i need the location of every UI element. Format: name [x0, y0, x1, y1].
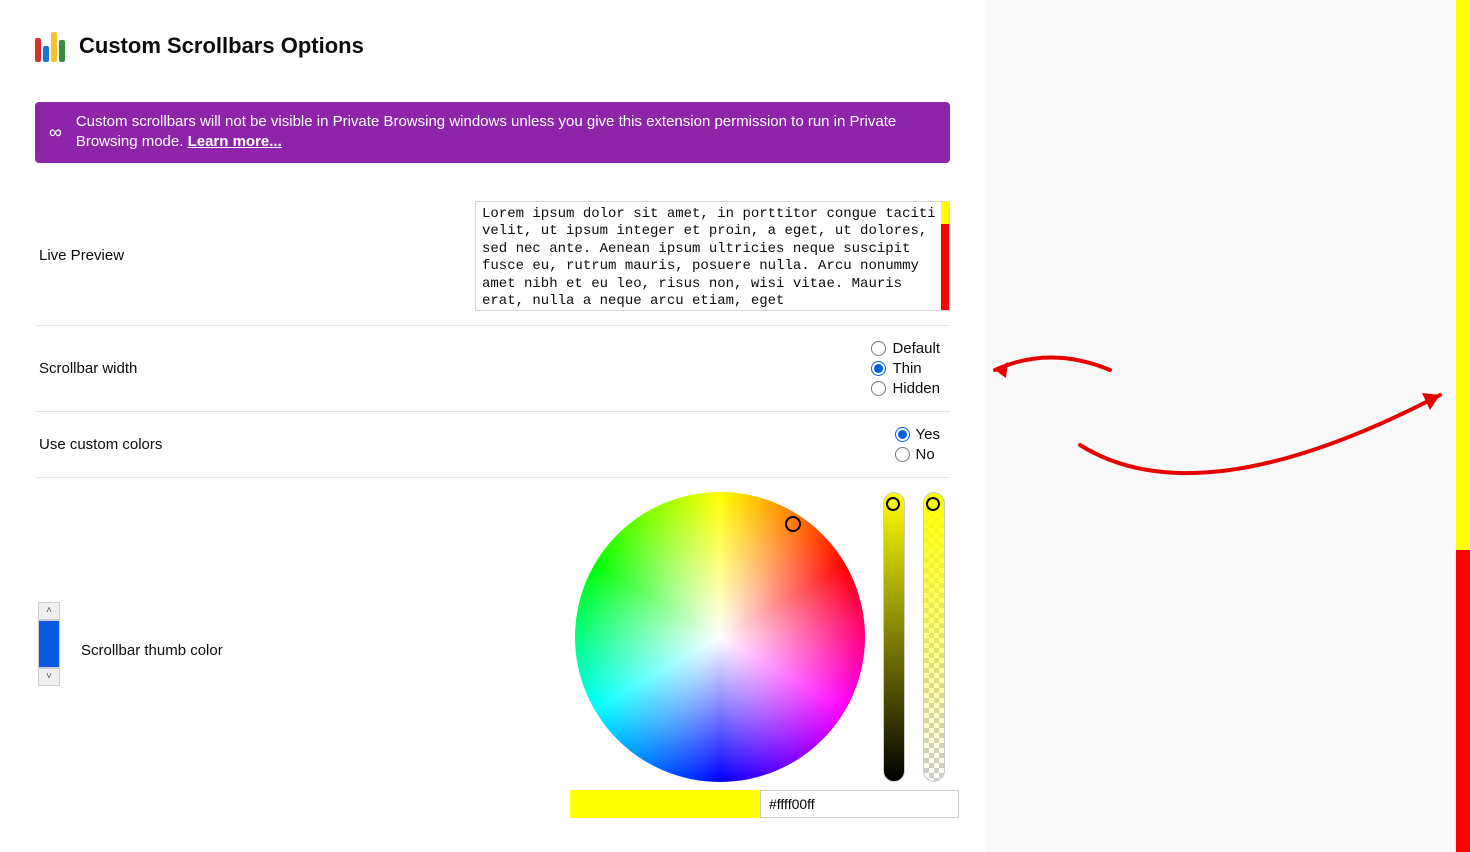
stepper-up-button[interactable]: ˄	[38, 602, 60, 620]
lightness-handle[interactable]	[886, 497, 900, 511]
color-wheel[interactable]	[575, 492, 865, 782]
chevron-down-icon: ˅	[46, 671, 52, 682]
color-swatch-preview	[570, 790, 760, 818]
private-browsing-notice: ∞ Custom scrollbars will not be visible …	[35, 102, 950, 163]
radio-input-yes[interactable]	[895, 427, 910, 442]
live-preview-box[interactable]: Lorem ipsum dolor sit amet, in porttitor…	[475, 201, 950, 311]
label-scrollbar-width: Scrollbar width	[35, 360, 475, 377]
notice-text: Custom scrollbars will not be visible in…	[76, 112, 936, 153]
radio-width-default[interactable]: Default	[871, 340, 940, 357]
learn-more-link[interactable]: Learn more...	[188, 133, 282, 150]
current-swatch	[38, 620, 60, 668]
extension-logo-icon	[35, 30, 65, 62]
label-use-custom-colors: Use custom colors	[35, 436, 475, 453]
radio-colors-no[interactable]: No	[895, 446, 940, 463]
vertical-stepper: ˄ ˅	[35, 602, 63, 686]
color-wheel-handle[interactable]	[785, 516, 801, 532]
radio-input-no[interactable]	[895, 447, 910, 462]
color-picker	[570, 492, 950, 818]
preview-scrollbar-thumb[interactable]	[941, 202, 949, 224]
radio-input-thin[interactable]	[871, 361, 886, 376]
options-panel: Custom Scrollbars Options ∞ Custom scrol…	[0, 0, 985, 852]
row-scrollbar-width: Scrollbar width Default Thin Hidden	[35, 326, 950, 412]
radio-width-hidden[interactable]: Hidden	[871, 380, 940, 397]
label-thumb-color: Scrollbar thumb color	[63, 492, 570, 659]
row-thumb-color: ˄ ˅ Scrollbar thumb color	[35, 478, 950, 832]
lightness-slider[interactable]	[883, 492, 905, 782]
chevron-up-icon: ˄	[46, 605, 52, 616]
page-scrollbar-thumb[interactable]	[1456, 550, 1470, 852]
radio-input-hidden[interactable]	[871, 381, 886, 396]
infinity-icon: ∞	[49, 120, 62, 144]
row-live-preview: Live Preview Lorem ipsum dolor sit amet,…	[35, 187, 950, 326]
radio-group-custom-colors: Yes No	[895, 426, 950, 463]
radio-group-scrollbar-width: Default Thin Hidden	[871, 340, 950, 397]
alpha-slider[interactable]	[923, 492, 945, 782]
radio-colors-yes[interactable]: Yes	[895, 426, 940, 443]
label-live-preview: Live Preview	[35, 247, 475, 264]
annotation-arrow-right	[1070, 380, 1450, 510]
row-use-custom-colors: Use custom colors Yes No	[35, 412, 950, 478]
radio-input-default[interactable]	[871, 341, 886, 356]
page-title: Custom Scrollbars Options	[79, 33, 364, 59]
stepper-down-button[interactable]: ˅	[38, 668, 60, 686]
alpha-handle[interactable]	[926, 497, 940, 511]
annotation-arrow-left	[980, 350, 1120, 390]
header: Custom Scrollbars Options	[35, 30, 950, 62]
hex-input[interactable]	[760, 790, 959, 818]
radio-width-thin[interactable]: Thin	[871, 360, 940, 377]
